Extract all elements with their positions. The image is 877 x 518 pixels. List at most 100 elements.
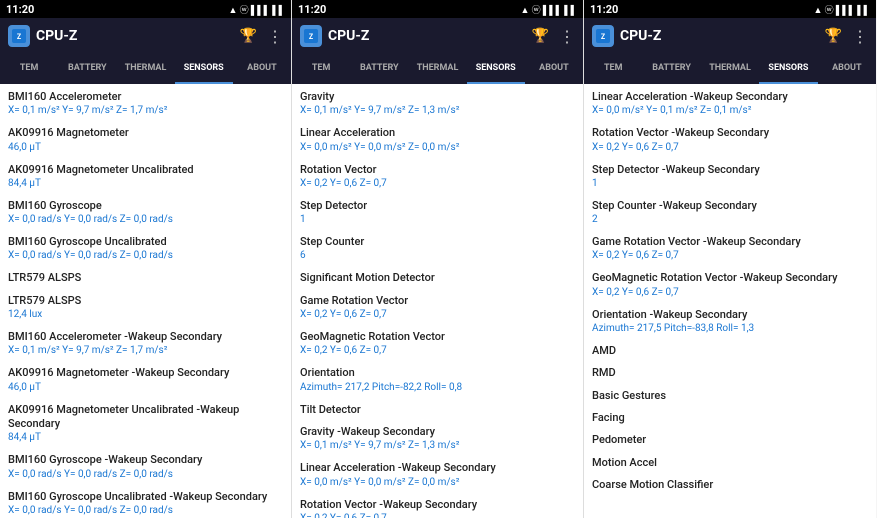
- sensor-value: X= 0,1 m/s² Y= 9,7 m/s² Z= 1,3 m/s²: [300, 439, 575, 453]
- sensor-name: BMI160 Gyroscope -Wakeup Secondary: [8, 453, 283, 467]
- sensor-item: Step Counter6: [300, 235, 575, 263]
- sensor-name: Significant Motion Detector: [300, 271, 575, 285]
- sensor-name: Game Rotation Vector -Wakeup Secondary: [592, 235, 868, 249]
- sensor-name: LTR579 ALSPS: [8, 294, 283, 308]
- sensor-name: BMI160 Gyroscope Uncalibrated -Wakeup Se…: [8, 490, 283, 504]
- sensor-value: X= 0,1 m/s² Y= 9,7 m/s² Z= 1,3 m/s²: [300, 104, 575, 118]
- tab-battery[interactable]: BATTERY: [350, 54, 408, 84]
- sensor-name: Linear Acceleration -Wakeup Secondary: [300, 461, 575, 475]
- more-icon[interactable]: ⋮: [559, 27, 575, 46]
- sensor-item: AMD: [592, 344, 868, 358]
- trophy-icon[interactable]: 🏆: [240, 28, 257, 44]
- sensor-value: 2: [592, 213, 868, 227]
- sensor-item: AK09916 Magnetometer46,0 μT: [8, 126, 283, 154]
- sensor-value: X= 0,1 m/s² Y= 9,7 m/s² Z= 1,7 m/s²: [8, 104, 283, 118]
- status-bar: 11:20 ▲ ⓦ ▌▌▌ ▌▌: [292, 0, 583, 18]
- sensor-item: BMI160 AccelerometerX= 0,1 m/s² Y= 9,7 m…: [8, 90, 283, 118]
- trophy-icon[interactable]: 🏆: [532, 28, 549, 44]
- tab-thermal[interactable]: THERMAL: [408, 54, 466, 84]
- sensor-value: X= 0,0 rad/s Y= 0,0 rad/s Z= 0,0 rad/s: [8, 249, 283, 263]
- tab-thermal[interactable]: THERMAL: [116, 54, 174, 84]
- sensor-name: LTR579 ALSPS: [8, 271, 283, 285]
- tab-battery[interactable]: BATTERY: [642, 54, 700, 84]
- tab-sensors[interactable]: SENSORS: [175, 54, 233, 84]
- sensor-item: Step Counter -Wakeup Secondary2: [592, 199, 868, 227]
- sensor-value: X= 0,2 Y= 0,6 Z= 0,7: [592, 141, 868, 155]
- sensor-name: GeoMagnetic Rotation Vector: [300, 330, 575, 344]
- sensor-name: AK09916 Magnetometer Uncalibrated -Wakeu…: [8, 403, 283, 432]
- tab-bar: TEMBATTERYTHERMALSENSORSABOUT: [584, 54, 876, 84]
- app-icon: Z: [8, 25, 30, 47]
- sensor-item: Gravity -Wakeup SecondaryX= 0,1 m/s² Y= …: [300, 425, 575, 453]
- sensor-item: LTR579 ALSPS: [8, 271, 283, 285]
- sensor-item: GravityX= 0,1 m/s² Y= 9,7 m/s² Z= 1,3 m/…: [300, 90, 575, 118]
- tab-tem[interactable]: TEM: [0, 54, 58, 84]
- sensor-name: Gravity: [300, 90, 575, 104]
- more-icon[interactable]: ⋮: [852, 27, 868, 46]
- app-bar: Z CPU-Z 🏆 ⋮: [0, 18, 291, 54]
- sensor-item: Coarse Motion Classifier: [592, 478, 868, 492]
- sensor-value: X= 0,0 m/s² Y= 0,1 m/s² Z= 0,1 m/s²: [592, 104, 868, 118]
- sensor-value: 84,4 μT: [8, 431, 283, 445]
- tab-thermal[interactable]: THERMAL: [701, 54, 759, 84]
- sensor-item: AK09916 Magnetometer Uncalibrated -Wakeu…: [8, 403, 283, 446]
- sensor-item: AK09916 Magnetometer -Wakeup Secondary46…: [8, 366, 283, 394]
- sensor-value: X= 0,2 Y= 0,6 Z= 0,7: [300, 344, 575, 358]
- sensor-name: Step Counter -Wakeup Secondary: [592, 199, 868, 213]
- sensor-value: 1: [300, 213, 575, 227]
- tab-battery[interactable]: BATTERY: [58, 54, 116, 84]
- sensor-name: Rotation Vector: [300, 163, 575, 177]
- sensor-item: Linear Acceleration -Wakeup SecondaryX= …: [300, 461, 575, 489]
- status-icons: ▲ ⓦ ▌▌▌ ▌▌: [521, 3, 578, 16]
- sensor-name: RMD: [592, 366, 868, 380]
- tab-about[interactable]: ABOUT: [525, 54, 583, 84]
- sensor-item: Step Detector1: [300, 199, 575, 227]
- sensor-item: LTR579 ALSPS12,4 lux: [8, 294, 283, 322]
- sensor-item: BMI160 Gyroscope -Wakeup SecondaryX= 0,0…: [8, 453, 283, 481]
- status-icons: ▲ ⓦ ▌▌▌ ▌▌: [814, 3, 871, 16]
- sensor-value: X= 0,0 rad/s Y= 0,0 rad/s Z= 0,0 rad/s: [8, 468, 283, 482]
- app-bar-right: 🏆 ⋮: [532, 27, 575, 46]
- sensor-item: Basic Gestures: [592, 389, 868, 403]
- sensor-name: AMD: [592, 344, 868, 358]
- app-title: CPU-Z: [36, 28, 77, 44]
- sensor-name: Step Detector: [300, 199, 575, 213]
- tab-tem[interactable]: TEM: [292, 54, 350, 84]
- sensor-value: 6: [300, 249, 575, 263]
- sensor-item: GeoMagnetic Rotation VectorX= 0,2 Y= 0,6…: [300, 330, 575, 358]
- sensor-item: Rotation VectorX= 0,2 Y= 0,6 Z= 0,7: [300, 163, 575, 191]
- sensor-item: OrientationAzimuth= 217,2 Pitch=-82,2 Ro…: [300, 366, 575, 394]
- panel-1: 11:20 ▲ ⓦ ▌▌▌ ▌▌ Z CPU-Z 🏆 ⋮ TEMBATTERYT…: [0, 0, 292, 518]
- more-icon[interactable]: ⋮: [267, 27, 283, 46]
- sensor-item: Linear AccelerationX= 0,0 m/s² Y= 0,0 m/…: [300, 126, 575, 154]
- tab-about[interactable]: ABOUT: [818, 54, 876, 84]
- sensor-value: 46,0 μT: [8, 381, 283, 395]
- sensor-value: X= 0,0 m/s² Y= 0,0 m/s² Z= 0,0 m/s²: [300, 141, 575, 155]
- app-bar-left: Z CPU-Z: [592, 25, 661, 47]
- app-icon: Z: [592, 25, 614, 47]
- sensors-content: BMI160 AccelerometerX= 0,1 m/s² Y= 9,7 m…: [0, 84, 291, 518]
- sensor-name: Step Detector -Wakeup Secondary: [592, 163, 868, 177]
- status-bar: 11:20 ▲ ⓦ ▌▌▌ ▌▌: [584, 0, 876, 18]
- sensor-name: Orientation -Wakeup Secondary: [592, 308, 868, 322]
- status-icons: ▲ ⓦ ▌▌▌ ▌▌: [229, 3, 286, 16]
- sensor-item: Linear Acceleration -Wakeup SecondaryX= …: [592, 90, 868, 118]
- app-bar: Z CPU-Z 🏆 ⋮: [292, 18, 583, 54]
- sensor-name: AK09916 Magnetometer -Wakeup Secondary: [8, 366, 283, 380]
- sensor-name: Rotation Vector -Wakeup Secondary: [300, 498, 575, 512]
- tab-tem[interactable]: TEM: [584, 54, 642, 84]
- tab-about[interactable]: ABOUT: [233, 54, 291, 84]
- app-bar: Z CPU-Z 🏆 ⋮: [584, 18, 876, 54]
- trophy-icon[interactable]: 🏆: [825, 28, 842, 44]
- sensor-name: Gravity -Wakeup Secondary: [300, 425, 575, 439]
- sensor-item: Rotation Vector -Wakeup SecondaryX= 0,2 …: [592, 126, 868, 154]
- sensors-content: GravityX= 0,1 m/s² Y= 9,7 m/s² Z= 1,3 m/…: [292, 84, 583, 518]
- sensor-name: BMI160 Gyroscope: [8, 199, 283, 213]
- sensor-item: Rotation Vector -Wakeup SecondaryX= 0,2 …: [300, 498, 575, 518]
- sensor-value: 1: [592, 177, 868, 191]
- tab-sensors[interactable]: SENSORS: [759, 54, 817, 84]
- sensor-name: AK09916 Magnetometer Uncalibrated: [8, 163, 283, 177]
- sensor-item: BMI160 Accelerometer -Wakeup SecondaryX=…: [8, 330, 283, 358]
- sensor-name: Step Counter: [300, 235, 575, 249]
- tab-sensors[interactable]: SENSORS: [467, 54, 525, 84]
